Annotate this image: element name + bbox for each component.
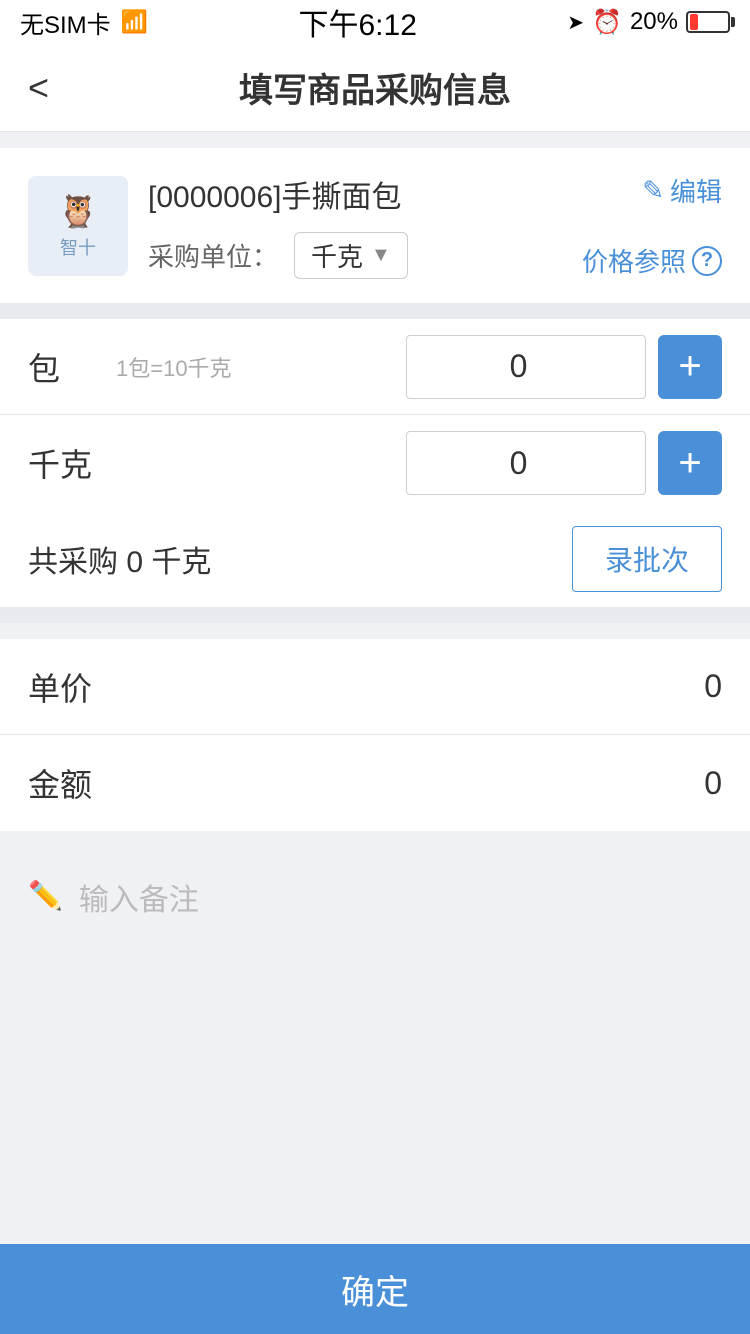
unit-label: 采购单位： xyxy=(148,237,278,274)
batch-button[interactable]: 录批次 xyxy=(572,526,722,592)
page-title: 填写商品采购信息 xyxy=(239,63,511,112)
product-name: [0000006]手撕面包 xyxy=(148,172,722,216)
confirm-button[interactable]: 确定 xyxy=(0,1244,750,1334)
edit-button[interactable]: ✎ 编辑 xyxy=(642,172,722,209)
note-input[interactable]: 输入备注 xyxy=(79,875,199,919)
bottom-spacer xyxy=(0,967,750,1073)
edit-icon: ✎ xyxy=(642,175,664,206)
nav-bar: < 填写商品采购信息 xyxy=(0,44,750,132)
location-icon: ➤ xyxy=(567,10,584,35)
bag-input-row: 包 1包=10千克 + xyxy=(0,319,750,415)
product-thumbnail: 🦉 智十 xyxy=(28,176,128,276)
section-divider-1 xyxy=(0,303,750,319)
price-reference-button[interactable]: 价格参照 ? xyxy=(582,242,722,279)
battery-percent: 20% xyxy=(630,8,678,36)
bag-sublabel: 1包=10千克 xyxy=(116,351,232,383)
help-circle-icon: ? xyxy=(692,246,722,276)
info-section: 单价 0 金额 0 xyxy=(0,639,750,831)
alarm-icon: ⏰ xyxy=(592,8,622,37)
bag-quantity-input[interactable] xyxy=(406,335,646,399)
status-bar: 无SIM卡 📶 下午6:12 ➤ ⏰ 20% xyxy=(0,0,750,44)
summary-row: 共采购 0 千克 录批次 xyxy=(0,511,750,607)
unit-value: 千克 xyxy=(311,237,363,274)
amount-row: 金额 0 xyxy=(0,735,750,831)
wifi-icon: 📶 xyxy=(121,9,148,35)
kg-quantity-input[interactable] xyxy=(406,431,646,495)
unit-price-label: 单价 xyxy=(28,664,704,710)
status-bar-left: 无SIM卡 📶 xyxy=(20,5,148,40)
summary-text: 共采购 0 千克 xyxy=(28,537,572,581)
chevron-down-icon: ▼ xyxy=(371,244,391,267)
status-bar-right: ➤ ⏰ 20% xyxy=(567,8,730,37)
kg-label: 千克 xyxy=(28,440,108,486)
pencil-icon: ✏️ xyxy=(28,879,63,912)
back-button[interactable]: < xyxy=(28,67,49,109)
unit-select[interactable]: 千克 ▼ xyxy=(294,232,408,279)
bag-plus-button[interactable]: + xyxy=(658,335,722,399)
product-thumb-label: 智十 xyxy=(60,234,96,260)
price-ref-label: 价格参照 xyxy=(582,242,686,279)
section-divider-2 xyxy=(0,607,750,623)
status-bar-time: 下午6:12 xyxy=(298,0,416,44)
product-thumb-owl-icon: 🦉 xyxy=(58,192,98,230)
product-card: 🦉 智十 [0000006]手撕面包 采购单位： 千克 ▼ ✎ 编辑 价格参照 … xyxy=(0,148,750,303)
amount-label: 金额 xyxy=(28,760,704,806)
bag-label: 包 xyxy=(28,344,108,390)
battery-icon xyxy=(686,11,730,33)
kg-input-row: 千克 + xyxy=(0,415,750,511)
unit-price-row: 单价 0 xyxy=(0,639,750,735)
input-section: 包 1包=10千克 + 千克 + xyxy=(0,319,750,511)
unit-price-value: 0 xyxy=(704,668,722,705)
kg-plus-button[interactable]: + xyxy=(658,431,722,495)
amount-value: 0 xyxy=(704,765,722,802)
edit-label: 编辑 xyxy=(670,172,722,209)
confirm-label: 确定 xyxy=(341,1265,409,1314)
note-section: ✏️ 输入备注 xyxy=(0,847,750,967)
carrier-label: 无SIM卡 xyxy=(20,5,111,40)
